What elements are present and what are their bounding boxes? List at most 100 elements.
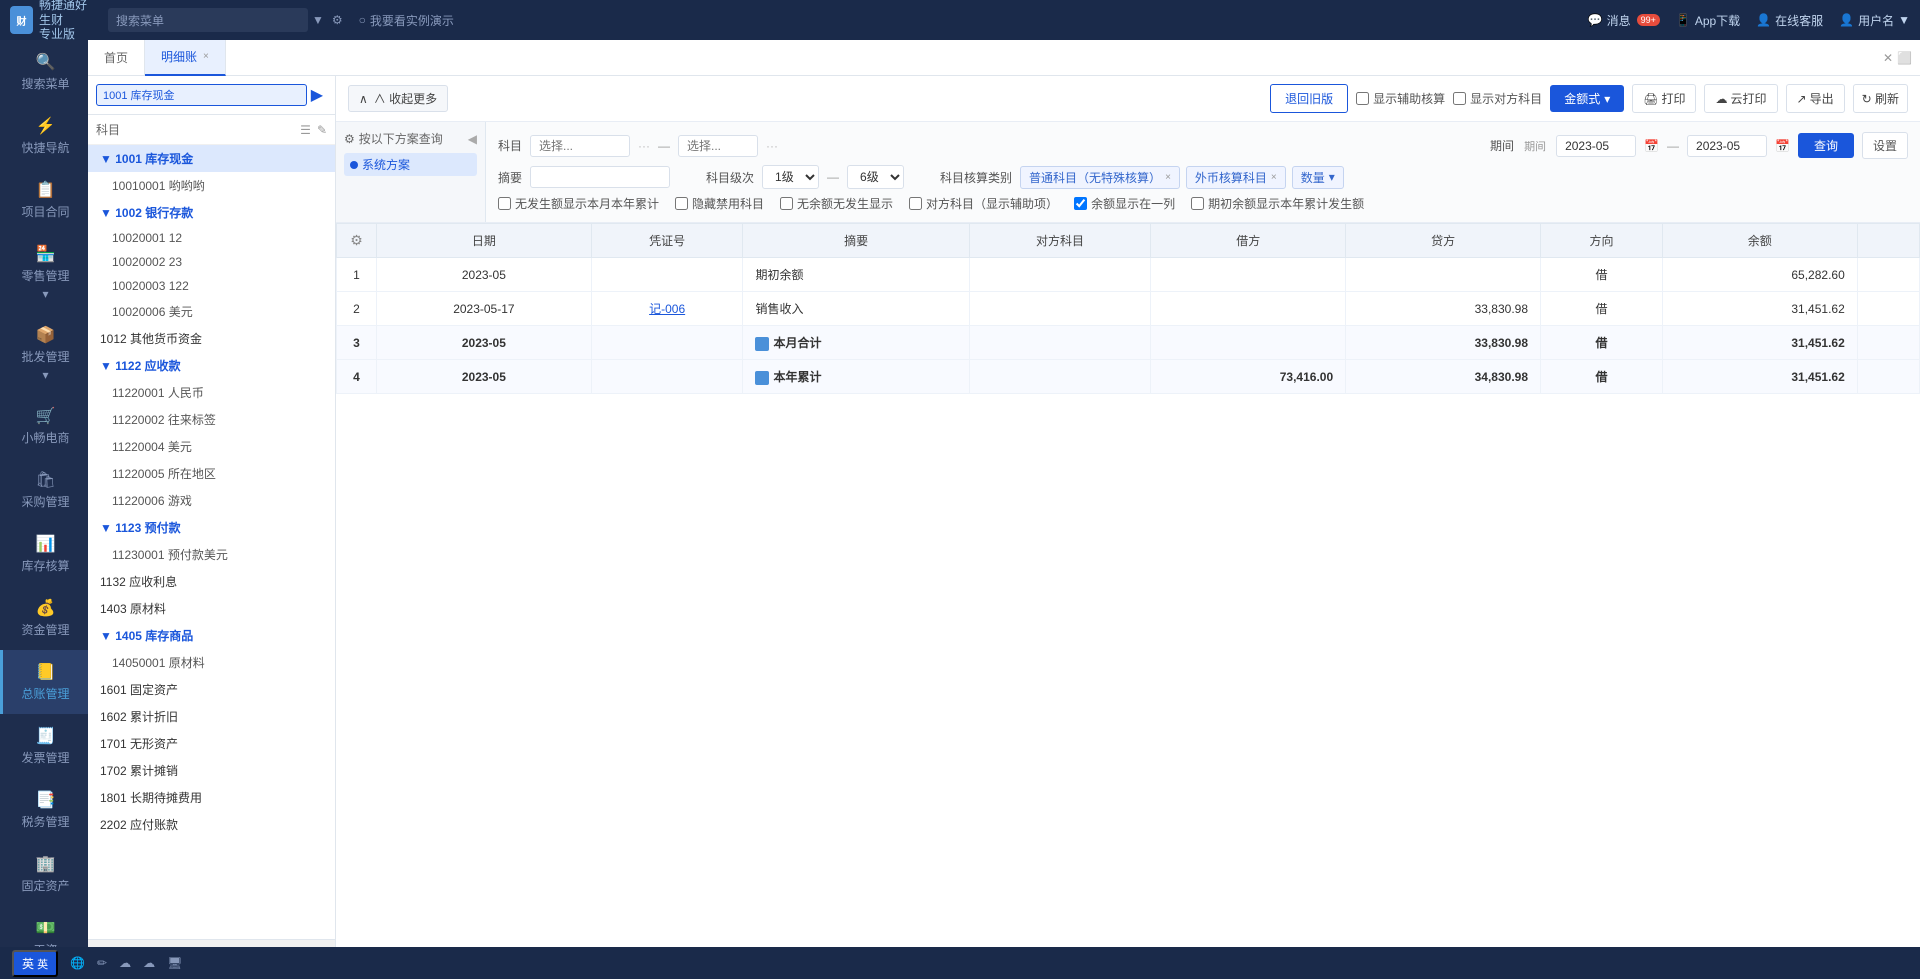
sidebar-item-asset[interactable]: 🏢 固定资产	[0, 842, 88, 906]
subject-item-1602[interactable]: 1602 累计折旧	[88, 703, 335, 730]
tab-maximize-icon[interactable]: ⬜	[1897, 51, 1912, 65]
subject-item-11230001[interactable]: 11230001 预付款美元	[88, 541, 335, 568]
forward-icon[interactable]: ▶	[311, 85, 323, 105]
subject-item-1403[interactable]: 1403 原材料	[88, 595, 335, 622]
sidebar-item-general[interactable]: 📒 总账管理	[0, 650, 88, 714]
sidebar-item-quicknav[interactable]: ⚡ 快捷导航	[0, 104, 88, 168]
level-end-select[interactable]: 6级5级4级	[847, 165, 904, 189]
bottom-icon-2[interactable]: ✏	[97, 956, 107, 970]
sidebar-item-inventory[interactable]: 📊 库存核算	[0, 522, 88, 586]
subject-item-11220001[interactable]: 11220001 人民币	[88, 379, 335, 406]
settings-icon[interactable]: ⚙	[332, 13, 343, 27]
subject-item-11220004[interactable]: 11220004 美元	[88, 433, 335, 460]
subject-end-more-icon[interactable]: ···	[766, 139, 778, 153]
tab-close-window-icon[interactable]: ✕	[1883, 51, 1893, 65]
subject-input[interactable]	[530, 135, 630, 157]
message-btn[interactable]: 💬 消息 99+	[1588, 12, 1660, 29]
query-btn[interactable]: 查询	[1798, 133, 1854, 158]
level-start-select[interactable]: 1级2级3级	[762, 165, 819, 189]
cal-end-icon[interactable]: 📅	[1775, 139, 1790, 153]
subject-item-10020002[interactable]: 10020002 23	[88, 250, 335, 274]
cloud-print-btn[interactable]: ☁ 云打印	[1704, 84, 1777, 113]
show-opposite-checkbox[interactable]: 显示对方科目	[1453, 90, 1542, 107]
subject-item-1132[interactable]: 1132 应收利息	[88, 568, 335, 595]
hide-unused-checkbox[interactable]: 隐藏禁用科目	[675, 195, 764, 212]
opposite-input[interactable]	[909, 197, 922, 210]
filter-expand-btn[interactable]: ∧ ∧ 收起更多	[348, 85, 448, 112]
no-occur-input[interactable]	[498, 197, 511, 210]
balance-one-col-input[interactable]	[1074, 197, 1087, 210]
sidebar-item-search[interactable]: 🔍 搜索菜单	[0, 40, 88, 104]
sidebar-item-retail[interactable]: 🏪 零售管理 ▾	[0, 232, 88, 313]
export-btn[interactable]: ↗ 导出	[1786, 84, 1845, 113]
period-type-label[interactable]: 期间	[1524, 138, 1546, 154]
bottom-icon-5[interactable]: 🖥	[167, 956, 182, 970]
period-balance-checkbox[interactable]: 期初余额显示本年累计发生额	[1191, 195, 1364, 212]
sidebar-item-salary[interactable]: 💵 工资	[0, 906, 88, 947]
hide-unused-input[interactable]	[675, 197, 688, 210]
user-menu[interactable]: 👤 用户名 ▼	[1839, 12, 1910, 29]
demo-link[interactable]: ○ 我要看实例演示	[359, 12, 454, 29]
subject-end-input[interactable]	[678, 135, 758, 157]
bottom-icon-1[interactable]: 🌐	[70, 956, 85, 970]
no-occur-checkbox[interactable]: 无发生额显示本月本年累计	[498, 195, 659, 212]
cell-voucher[interactable]: 记-006	[591, 292, 743, 326]
subject-item-1801[interactable]: 1801 长期待摊费用	[88, 784, 335, 811]
filter-settings-btn[interactable]: 设置	[1862, 132, 1908, 159]
sidebar-item-tax[interactable]: 📑 税务管理	[0, 778, 88, 842]
summary-input[interactable]	[530, 166, 670, 188]
subject-item-11220005[interactable]: 11220005 所在地区	[88, 460, 335, 487]
no-zero-input[interactable]	[780, 197, 793, 210]
scheme-collapse-icon[interactable]: ◀	[468, 132, 477, 146]
sidebar-item-finance[interactable]: 💰 资金管理	[0, 586, 88, 650]
tab-detail[interactable]: 明细账 ×	[145, 40, 226, 76]
show-opposite-input[interactable]	[1453, 92, 1466, 105]
jine-btn[interactable]: 金额式 ▾	[1550, 85, 1624, 112]
filter-add-icon[interactable]: ✎	[317, 123, 327, 137]
filter-tag-2[interactable]: 外币核算科目 ×	[1186, 166, 1286, 189]
opposite-checkbox[interactable]: 对方科目（显示辅助项）	[909, 195, 1058, 212]
subject-item-11220002[interactable]: 11220002 往来标签	[88, 406, 335, 433]
subject-item-1122[interactable]: ▼ 1122 应收款	[88, 352, 335, 379]
cal-start-icon[interactable]: 📅	[1644, 139, 1659, 153]
sidebar-item-invoice[interactable]: 🧾 发票管理	[0, 714, 88, 778]
subject-item-1601[interactable]: 1601 固定资产	[88, 676, 335, 703]
subject-item-1405[interactable]: ▼ 1405 库存商品	[88, 622, 335, 649]
back-btn[interactable]: 退回旧版	[1270, 84, 1348, 113]
sidebar-item-wholesale[interactable]: 📦 批发管理 ▾	[0, 313, 88, 394]
bottom-icon-4[interactable]: ☁	[143, 956, 155, 970]
print-btn[interactable]: 🖨 打印	[1632, 84, 1696, 113]
tag3-dropdown-icon[interactable]: ▾	[1329, 170, 1335, 184]
subject-item-1701[interactable]: 1701 无形资产	[88, 730, 335, 757]
period-end-input[interactable]	[1687, 135, 1767, 157]
filter-tag-3[interactable]: 数量 ▾	[1292, 166, 1344, 189]
online-service-btn[interactable]: 👤 在线客服	[1756, 12, 1823, 29]
scheme-item-system[interactable]: 系统方案	[344, 153, 477, 176]
subject-item-14050001[interactable]: 14050001 原材料	[88, 649, 335, 676]
table-settings-icon[interactable]: ⚙	[350, 232, 363, 248]
no-zero-checkbox[interactable]: 无余额无发生显示	[780, 195, 893, 212]
settings-scheme-icon[interactable]: ⚙	[344, 132, 355, 146]
subject-item-11220006[interactable]: 11220006 游戏	[88, 487, 335, 514]
subject-item-1002[interactable]: ▼ 1002 银行存款	[88, 199, 335, 226]
subject-scrollbar[interactable]	[88, 939, 335, 947]
balance-one-col-checkbox[interactable]: 余额显示在一列	[1074, 195, 1175, 212]
tab-home[interactable]: 首页	[88, 40, 145, 76]
subject-item-2202[interactable]: 2202 应付账款	[88, 811, 335, 838]
sidebar-item-purchase[interactable]: 🛍 采购管理	[0, 458, 88, 522]
search-dropdown-icon[interactable]: ▼	[312, 13, 324, 27]
subject-item-1123[interactable]: ▼ 1123 预付款	[88, 514, 335, 541]
sidebar-item-project[interactable]: 📋 项目合同	[0, 168, 88, 232]
col-settings[interactable]: ⚙	[337, 224, 377, 258]
show-aux-input[interactable]	[1356, 92, 1369, 105]
filter-tag-1[interactable]: 普通科目（无特殊核算） ×	[1020, 166, 1180, 189]
subject-more-icon[interactable]: ···	[638, 139, 650, 153]
refresh-btn[interactable]: ↻ 刷新	[1853, 84, 1908, 113]
subject-item-10020001[interactable]: 10020001 12	[88, 226, 335, 250]
bottom-icon-3[interactable]: ☁	[119, 956, 131, 970]
subject-item-1012[interactable]: 1012 其他货币资金	[88, 325, 335, 352]
subject-item-10010001[interactable]: 10010001 哟哟哟	[88, 172, 335, 199]
tag1-close-icon[interactable]: ×	[1165, 172, 1171, 183]
app-download-btn[interactable]: 📱 App下载	[1676, 12, 1740, 29]
show-aux-checkbox[interactable]: 显示辅助核算	[1356, 90, 1445, 107]
